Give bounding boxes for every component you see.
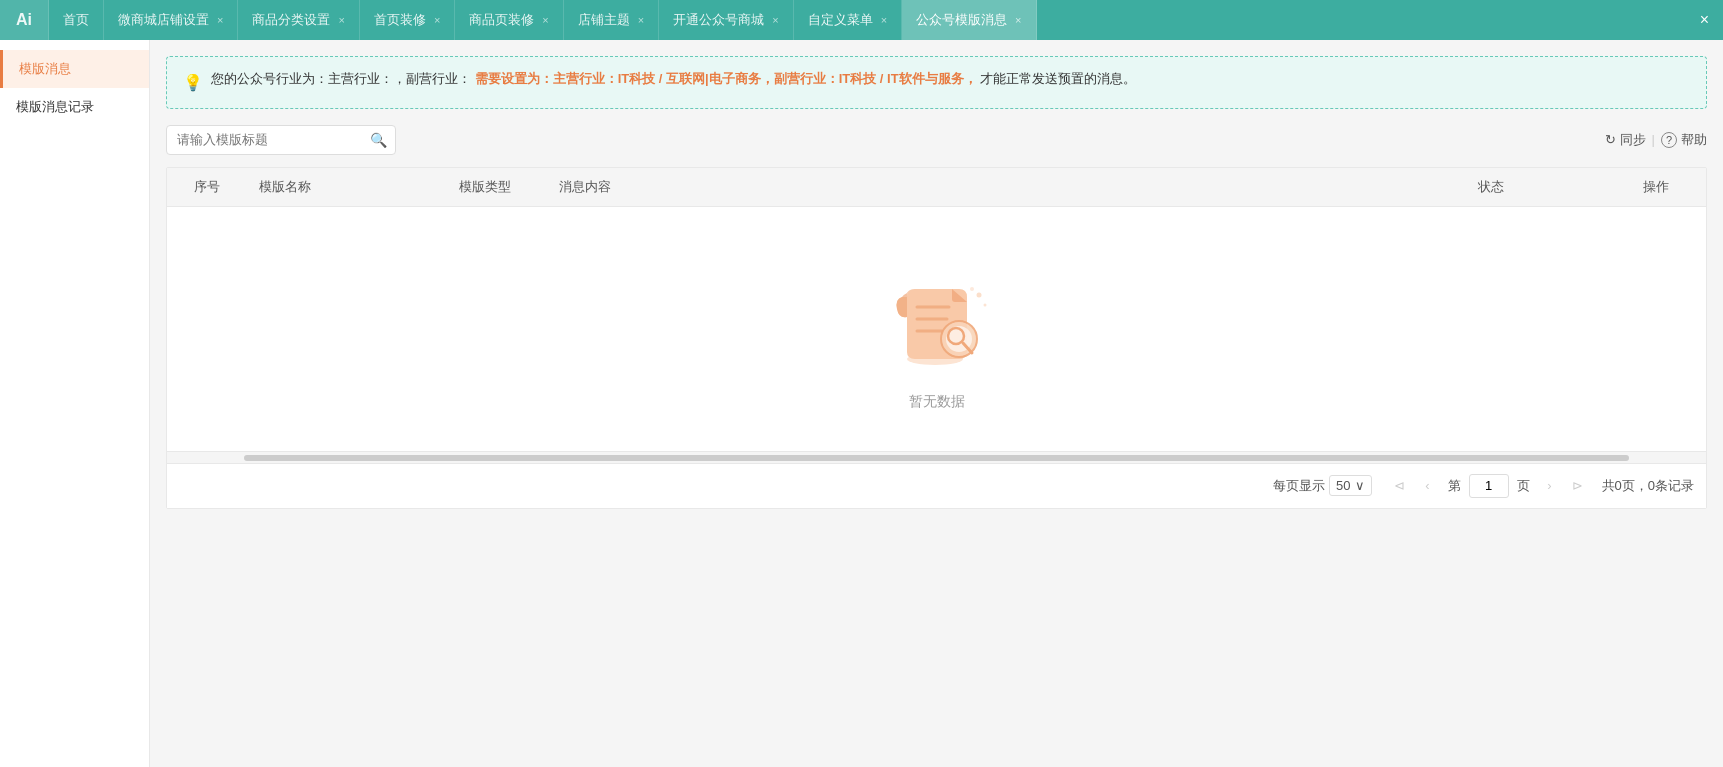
close-theme-icon[interactable]: ×	[638, 14, 644, 26]
close-all-button[interactable]: ×	[1686, 11, 1723, 29]
tab-theme[interactable]: 店铺主题 ×	[564, 0, 659, 40]
scrollbar-track	[244, 455, 1629, 461]
col-header-content: 消息内容	[547, 178, 1466, 196]
page-label: 第	[1448, 477, 1461, 495]
tab-wxmall-label: 开通公众号商城	[673, 11, 764, 29]
notice-icon: 💡	[183, 70, 203, 96]
search-icon: 🔍	[370, 132, 387, 148]
empty-text: 暂无数据	[909, 393, 965, 411]
notice-text: 您的公众号行业为：主营行业：，副营行业： 需要设置为：主营行业：IT科技 / 互…	[211, 69, 1690, 90]
tab-wshop-label: 微商城店铺设置	[118, 11, 209, 29]
col-header-name: 模版名称	[247, 178, 447, 196]
help-button[interactable]: ? 帮助	[1661, 131, 1707, 149]
svg-point-10	[970, 287, 974, 291]
sidebar: 模版消息 模版消息记录	[0, 40, 150, 767]
per-page-label: 每页显示	[1273, 477, 1325, 495]
data-table: 序号 模版名称 模版类型 消息内容 状态 操作	[166, 167, 1707, 509]
page-number-input[interactable]	[1469, 474, 1509, 498]
empty-illustration	[877, 267, 997, 377]
close-homepage-icon[interactable]: ×	[434, 14, 440, 26]
tab-theme-label: 店铺主题	[578, 11, 630, 29]
col-header-seq: 序号	[167, 178, 247, 196]
sync-label: 同步	[1620, 131, 1646, 149]
tab-home-label: 首页	[63, 11, 89, 29]
col-header-type: 模版类型	[447, 178, 547, 196]
search-button[interactable]: 🔍	[362, 126, 395, 154]
search-right-actions: ↻ 同步 | ? 帮助	[1605, 131, 1707, 149]
col-header-status: 状态	[1466, 178, 1606, 196]
tab-custommenu[interactable]: 自定义菜单 ×	[794, 0, 902, 40]
page-suffix: 页	[1517, 477, 1530, 495]
svg-point-8	[976, 292, 981, 297]
tab-category[interactable]: 商品分类设置 ×	[238, 0, 359, 40]
tab-category-label: 商品分类设置	[252, 11, 330, 29]
last-page-button[interactable]: ⊳	[1566, 474, 1590, 498]
close-templatemsg-icon[interactable]: ×	[1015, 14, 1021, 26]
page-controls: ⊲ ‹ 第 页 › ⊳ 共0页，0条记录	[1388, 474, 1694, 498]
next-page-button[interactable]: ›	[1538, 474, 1562, 498]
tab-productpage-label: 商品页装修	[469, 11, 534, 29]
logo-tab: Ai	[0, 0, 49, 40]
notice-highlight: 需要设置为：主营行业：IT科技 / 互联网|电子商务，副营行业：IT科技 / I…	[475, 71, 977, 86]
first-page-button[interactable]: ⊲	[1388, 474, 1412, 498]
refresh-icon: ↻	[1605, 132, 1616, 147]
empty-state: 暂无数据	[167, 207, 1706, 451]
tab-home[interactable]: 首页	[49, 0, 104, 40]
close-productpage-icon[interactable]: ×	[542, 14, 548, 26]
help-label: 帮助	[1681, 131, 1707, 149]
notice-box: 💡 您的公众号行业为：主营行业：，副营行业： 需要设置为：主营行业：IT科技 /…	[166, 56, 1707, 109]
pagination: 每页显示 50 ∨ ⊲ ‹ 第 页 › ⊳ 共0页，0条记录	[167, 463, 1706, 508]
tab-homepage[interactable]: 首页装修 ×	[360, 0, 455, 40]
horizontal-scrollbar[interactable]	[167, 451, 1706, 463]
page-size-dropdown[interactable]: 50 ∨	[1329, 475, 1371, 496]
search-input-wrapper: 🔍	[166, 125, 396, 155]
close-wxmall-icon[interactable]: ×	[772, 14, 778, 26]
close-wshop-icon[interactable]: ×	[217, 14, 223, 26]
logo-text: Ai	[16, 11, 32, 29]
close-category-icon[interactable]: ×	[338, 14, 344, 26]
prev-page-button[interactable]: ‹	[1416, 474, 1440, 498]
search-bar: 🔍 ↻ 同步 | ? 帮助	[166, 125, 1707, 155]
tab-wxmall[interactable]: 开通公众号商城 ×	[659, 0, 793, 40]
top-navigation: Ai 首页 微商城店铺设置 × 商品分类设置 × 首页装修 × 商品页装修 × …	[0, 0, 1723, 40]
dropdown-chevron-icon: ∨	[1355, 478, 1365, 493]
sidebar-item-template[interactable]: 模版消息	[0, 50, 149, 88]
sidebar-item-record-label: 模版消息记录	[16, 99, 94, 114]
sync-button[interactable]: ↻ 同步	[1605, 131, 1646, 149]
sidebar-item-template-label: 模版消息	[19, 61, 71, 76]
table-header: 序号 模版名称 模版类型 消息内容 状态 操作	[167, 168, 1706, 207]
divider: |	[1652, 132, 1655, 147]
tab-homepage-label: 首页装修	[374, 11, 426, 29]
tab-custommenu-label: 自定义菜单	[808, 11, 873, 29]
close-custommenu-icon[interactable]: ×	[881, 14, 887, 26]
notice-prefix: 您的公众号行业为：主营行业：，副营行业：	[211, 71, 471, 86]
svg-point-9	[983, 303, 986, 306]
notice-suffix: 才能正常发送预置的消息。	[980, 71, 1136, 86]
tab-productpage[interactable]: 商品页装修 ×	[455, 0, 563, 40]
tab-wshop[interactable]: 微商城店铺设置 ×	[104, 0, 238, 40]
page-total: 共0页，0条记录	[1602, 477, 1694, 495]
col-header-action: 操作	[1606, 178, 1706, 196]
sidebar-item-record[interactable]: 模版消息记录	[0, 88, 149, 126]
tab-templatemsg-label: 公众号模版消息	[916, 11, 1007, 29]
help-circle-icon: ?	[1661, 132, 1677, 148]
page-size-select: 每页显示 50 ∨	[1273, 475, 1371, 496]
search-input[interactable]	[167, 126, 362, 153]
main-layout: 模版消息 模版消息记录 💡 您的公众号行业为：主营行业：，副营行业： 需要设置为…	[0, 40, 1723, 767]
content-area: 💡 您的公众号行业为：主营行业：，副营行业： 需要设置为：主营行业：IT科技 /…	[150, 40, 1723, 767]
tab-templatemsg[interactable]: 公众号模版消息 ×	[902, 0, 1036, 40]
page-size-value: 50	[1336, 478, 1350, 493]
